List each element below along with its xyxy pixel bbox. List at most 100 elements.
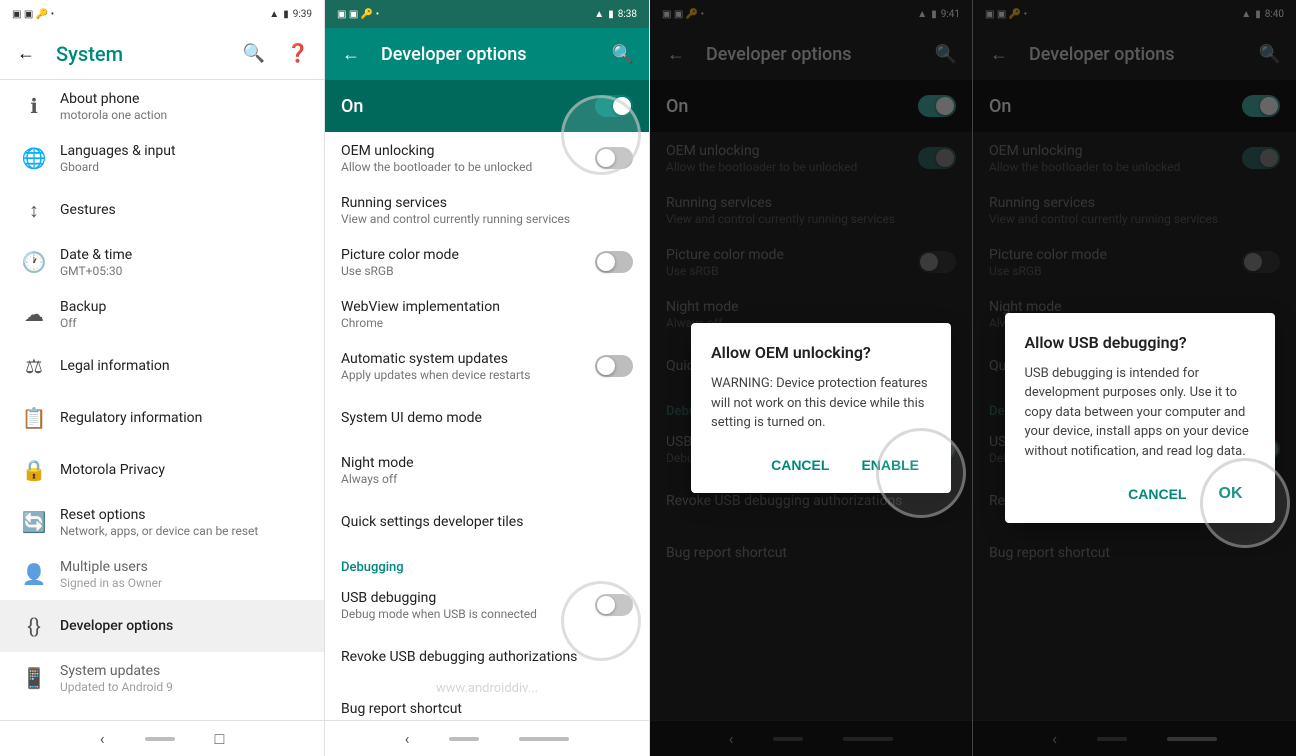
oem-unlocking-item-2[interactable]: OEM unlocking Allow the bootloader to be… <box>325 132 649 184</box>
status-left-2: ▣ ▣ 🔑 • <box>337 9 379 20</box>
about-icon: ℹ <box>16 94 52 118</box>
settings-item-about[interactable]: ℹ About phone motorola one action <box>0 80 324 132</box>
quick-tiles-item-2[interactable]: Quick settings developer tiles <box>325 496 649 548</box>
settings-item-backup[interactable]: ☁ Backup Off <box>0 288 324 340</box>
battery-icon: ▮ <box>283 9 289 20</box>
settings-item-developer[interactable]: {} Developer options <box>0 600 324 652</box>
reset-title: Reset options <box>60 507 308 523</box>
languages-text: Languages & input Gboard <box>60 143 308 174</box>
usb-text-2: USB debugging Debug mode when USB is con… <box>341 590 595 621</box>
datetime-title: Date & time <box>60 247 308 263</box>
users-subtitle: Signed in as Owner <box>60 576 308 590</box>
developer-text: Developer options <box>60 618 308 634</box>
status-right-icons: ▲ ▮ 9:39 <box>269 9 312 20</box>
developer-usb-dialog-panel: ▣ ▣ 🔑 • ▲ ▮ 8:40 ← Developer options 🔍 O… <box>973 0 1296 756</box>
picture-color-item-2[interactable]: Picture color mode Use sRGB <box>325 236 649 288</box>
night-subtitle-2: Always off <box>341 472 633 486</box>
on-header-2[interactable]: On <box>325 80 649 132</box>
revoke-title-2: Revoke USB debugging authorizations <box>341 649 633 665</box>
back-button-1[interactable]: ← <box>12 40 40 68</box>
revoke-usb-item-2[interactable]: Revoke USB debugging authorizations <box>325 631 649 683</box>
back-button-2[interactable]: ← <box>337 40 365 68</box>
bug-text-2: Bug report shortcut <box>341 701 633 717</box>
on-label-2: On <box>341 96 595 117</box>
oem-dialog-actions: Cancel Enable <box>711 449 931 481</box>
developer-toggle-2[interactable] <box>595 95 633 117</box>
nav-recents-dot-2[interactable] <box>519 737 569 741</box>
search-button-1[interactable]: 🔍 <box>240 40 268 68</box>
regulatory-icon: 📋 <box>16 406 52 430</box>
debug-header-2: Debugging <box>325 548 649 579</box>
dev-options-list-2: OEM unlocking Allow the bootloader to be… <box>325 132 649 720</box>
settings-item-users[interactable]: 👤 Multiple users Signed in as Owner <box>0 548 324 600</box>
time-display: 9:39 <box>293 9 312 20</box>
oem-dialog: Allow OEM unlocking? WARNING: Device pro… <box>691 323 951 493</box>
users-title: Multiple users <box>60 559 308 575</box>
demo-mode-item-2[interactable]: System UI demo mode <box>325 392 649 444</box>
legal-text: Legal information <box>60 358 308 374</box>
settings-item-datetime[interactable]: 🕐 Date & time GMT+05:30 <box>0 236 324 288</box>
nav-recents-icon[interactable]: □ <box>215 729 225 749</box>
usb-ok-button[interactable]: OK <box>1207 477 1255 511</box>
settings-item-regulatory[interactable]: 📋 Regulatory information <box>0 392 324 444</box>
search-button-2[interactable]: 🔍 <box>609 40 637 68</box>
time-2: 8:38 <box>618 9 637 20</box>
settings-item-privacy[interactable]: 🔒 Motorola Privacy <box>0 444 324 496</box>
updates-text: System updates Updated to Android 9 <box>60 663 308 694</box>
picture-text-2: Picture color mode Use sRGB <box>341 247 595 278</box>
nav-home-dot[interactable] <box>145 737 175 741</box>
settings-item-updates[interactable]: 📱 System updates Updated to Android 9 <box>0 652 324 704</box>
demo-title-2: System UI demo mode <box>341 410 633 426</box>
reset-text: Reset options Network, apps, or device c… <box>60 507 308 538</box>
night-mode-item-2[interactable]: Night mode Always off <box>325 444 649 496</box>
nav-home-dot-2[interactable] <box>449 737 479 741</box>
picture-toggle-2[interactable] <box>595 251 633 273</box>
help-button-1[interactable]: ❓ <box>284 40 312 68</box>
webview-item-2[interactable]: WebView implementation Chrome <box>325 288 649 340</box>
about-subtitle: motorola one action <box>60 108 308 122</box>
about-text: About phone motorola one action <box>60 91 308 122</box>
oem-toggle-2[interactable] <box>595 147 633 169</box>
usb-toggle-2[interactable] <box>595 594 633 616</box>
auto-updates-title-2: Automatic system updates <box>341 351 595 367</box>
oem-enable-button[interactable]: Enable <box>849 449 931 481</box>
gestures-title: Gestures <box>60 202 308 218</box>
picture-title-2: Picture color mode <box>341 247 595 263</box>
picture-subtitle-2: Use sRGB <box>341 264 595 278</box>
settings-item-gestures[interactable]: ↕ Gestures <box>0 184 324 236</box>
quick-tiles-title-2: Quick settings developer tiles <box>341 514 633 530</box>
bug-report-item-2[interactable]: Bug report shortcut <box>325 683 649 720</box>
languages-subtitle: Gboard <box>60 160 308 174</box>
nav-bar-1: ‹ □ <box>0 720 324 756</box>
status-bar-2: ▣ ▣ 🔑 • ▲ ▮ 8:38 <box>325 0 649 28</box>
about-title: About phone <box>60 91 308 107</box>
auto-updates-item-2[interactable]: Automatic system updates Apply updates w… <box>325 340 649 392</box>
nav-back-icon[interactable]: ‹ <box>100 729 105 748</box>
settings-item-languages[interactable]: 🌐 Languages & input Gboard <box>0 132 324 184</box>
oem-dialog-overlay: Allow OEM unlocking? WARNING: Device pro… <box>650 0 972 756</box>
backup-text: Backup Off <box>60 299 308 330</box>
usb-title-2: USB debugging <box>341 590 595 606</box>
system-settings-panel: ▣ ▣ 🔑 • ▲ ▮ 9:39 ← System 🔍 ❓ ℹ About ph… <box>0 0 325 756</box>
oem-cancel-button[interactable]: Cancel <box>759 449 841 481</box>
webview-subtitle-2: Chrome <box>341 316 633 330</box>
privacy-icon: 🔒 <box>16 458 52 482</box>
settings-item-reset[interactable]: 🔄 Reset options Network, apps, or device… <box>0 496 324 548</box>
webview-title-2: WebView implementation <box>341 299 633 315</box>
language-icon: 🌐 <box>16 146 52 170</box>
auto-toggle-2[interactable] <box>595 355 633 377</box>
developer-icon: {} <box>16 614 52 638</box>
oem-dialog-body: WARNING: Device protection features will… <box>711 374 931 433</box>
backup-subtitle: Off <box>60 316 308 330</box>
running-services-item-2[interactable]: Running services View and control curren… <box>325 184 649 236</box>
developer-title: Developer options <box>60 618 308 634</box>
page-title-2: Developer options <box>381 44 593 65</box>
usb-cancel-button[interactable]: Cancel <box>1116 477 1198 511</box>
usb-debug-item-2[interactable]: USB debugging Debug mode when USB is con… <box>325 579 649 631</box>
developer-oem-dialog-panel: ▣ ▣ 🔑 • ▲ ▮ 9:41 ← Developer options 🔍 O… <box>650 0 973 756</box>
datetime-icon: 🕐 <box>16 250 52 274</box>
battery-icon-2: ▮ <box>608 9 614 20</box>
nav-back-icon-2[interactable]: ‹ <box>405 729 410 748</box>
running-text-2: Running services View and control curren… <box>341 195 633 226</box>
settings-item-legal[interactable]: ⚖ Legal information <box>0 340 324 392</box>
